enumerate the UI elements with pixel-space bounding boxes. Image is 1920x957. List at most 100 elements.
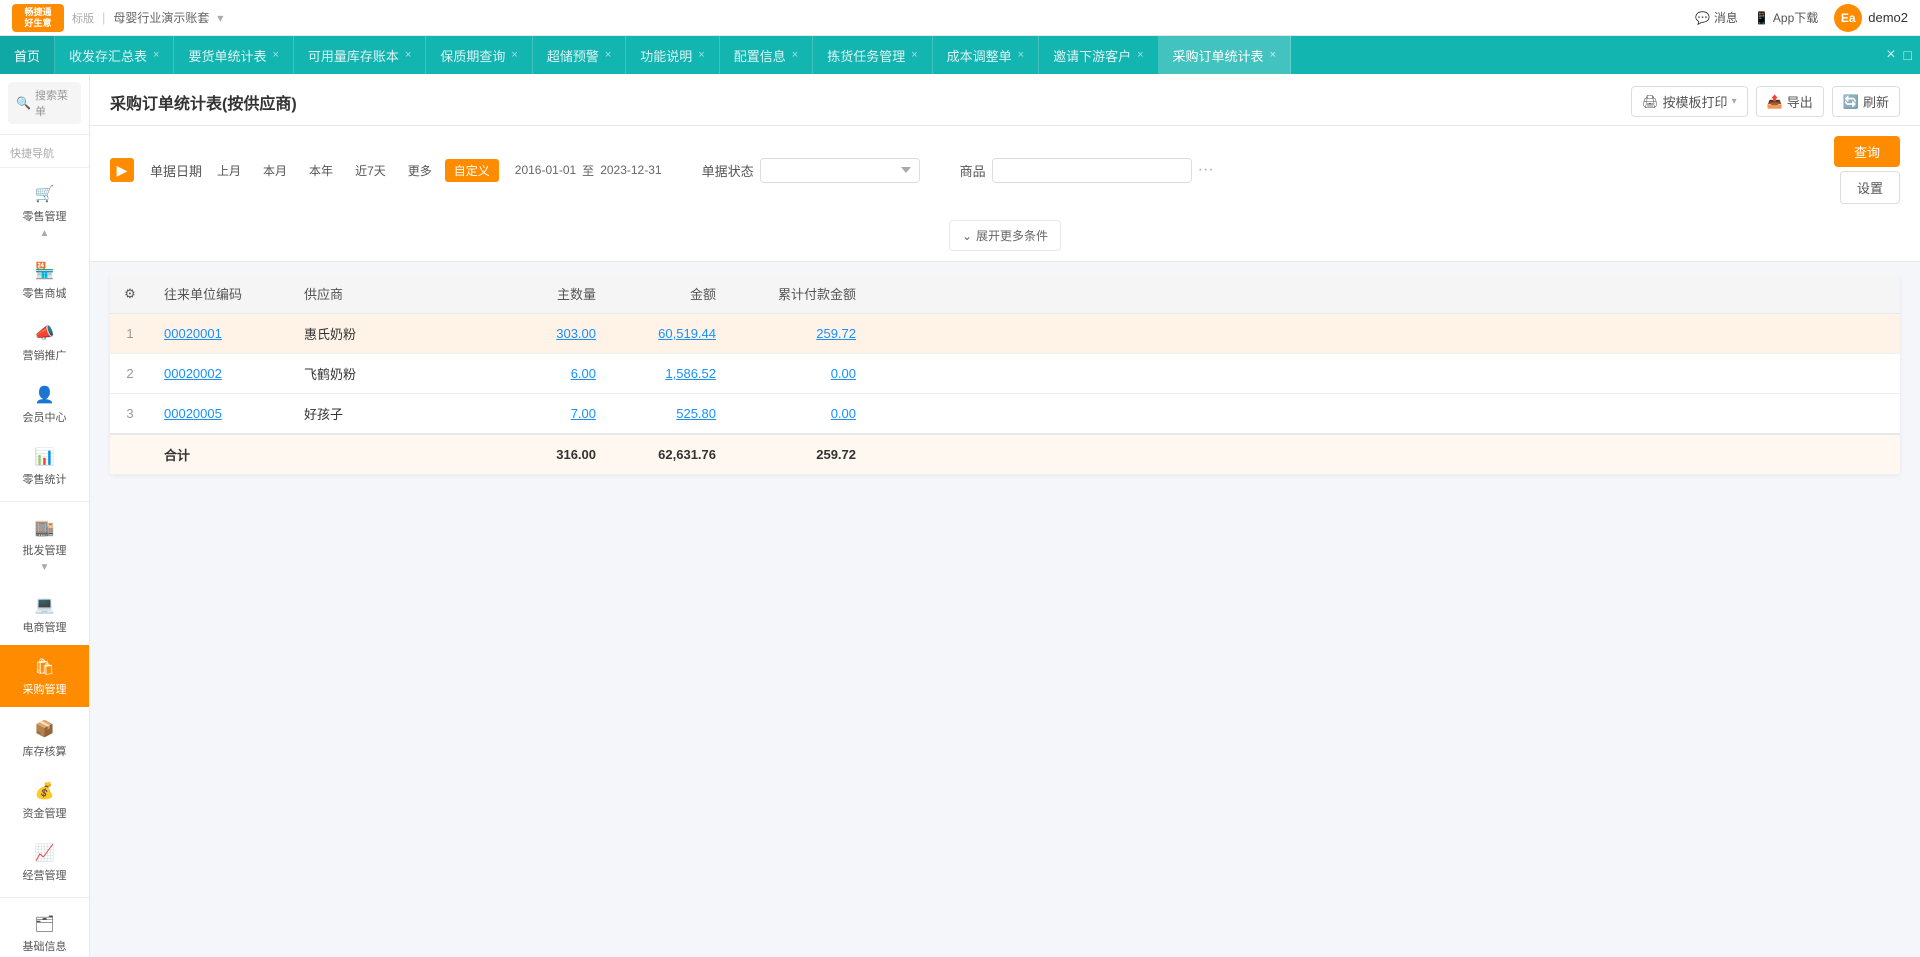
sidebar-item-retail-stat[interactable]: 📊 零售统计 bbox=[0, 435, 89, 497]
row-code[interactable]: 00020001 bbox=[150, 314, 290, 354]
tab-baozhouqi[interactable]: 保质期查询 × bbox=[426, 36, 532, 74]
table-header-row: ⚙ 往来单位编码 供应商 主数量 金额 累计付款金额 bbox=[110, 274, 1900, 314]
tab-close-icon[interactable]: × bbox=[1270, 49, 1276, 61]
print-icon: 🖨 bbox=[1642, 94, 1659, 110]
row-amount[interactable]: 60,519.44 bbox=[610, 314, 730, 354]
shortcut-this-month[interactable]: 本月 bbox=[254, 159, 296, 182]
settings-icon[interactable]: ⚙ bbox=[124, 286, 136, 301]
top-bar: 畅捷通好生意 标版 | 母婴行业演示账套 ▾ 💬 消息 📱 App下载 Ea d… bbox=[0, 0, 1920, 36]
expand-down-icon: ⌄ bbox=[962, 229, 972, 243]
shortcut-7days[interactable]: 近7天 bbox=[346, 159, 395, 182]
date-from: 2016-01-01 bbox=[515, 163, 576, 177]
stat-icon: 📊 bbox=[35, 447, 55, 467]
tab-close-icon[interactable]: × bbox=[1018, 49, 1024, 61]
filter-area: ▶ 单据日期 上月 本月 本年 近7天 更多 自定义 2016-01-01 bbox=[90, 126, 1920, 262]
row-supplier: 惠氏奶粉 bbox=[290, 314, 490, 354]
tab-close-icon[interactable]: × bbox=[605, 49, 611, 61]
tab-home[interactable]: 首页 bbox=[0, 36, 55, 74]
sidebar-search-area: 🔍 搜索菜单 bbox=[0, 74, 89, 130]
tab-close-icon[interactable]: × bbox=[911, 49, 917, 61]
tab-gongngshuoming[interactable]: 功能说明 × bbox=[626, 36, 719, 74]
nav-tabs-right: × □ bbox=[1878, 36, 1920, 74]
goods-more-icon[interactable]: ··· bbox=[1198, 161, 1214, 179]
expand-label: 展开更多条件 bbox=[976, 227, 1048, 244]
sidebar-label: 会员中心 bbox=[23, 409, 67, 425]
table-row: 2 00020002 飞鹤奶粉 6.00 1,586.52 0.00 bbox=[110, 354, 1900, 394]
refresh-label: 刷新 bbox=[1863, 92, 1889, 111]
sidebar-item-retail-management[interactable]: 🛒 零售管理 ▲ bbox=[0, 172, 89, 249]
tab-shoufahuizong[interactable]: 收发存汇总表 × bbox=[55, 36, 174, 74]
footer-label: 合计 bbox=[150, 434, 290, 475]
refresh-button[interactable]: 🔄 刷新 bbox=[1832, 86, 1900, 117]
col-header-empty bbox=[870, 274, 1900, 314]
print-button[interactable]: 🖨 按模板打印 ▾ bbox=[1631, 86, 1748, 117]
sidebar-item-retail-shop[interactable]: 🏪 零售商城 bbox=[0, 249, 89, 311]
tab-chengbentiaozhen[interactable]: 成本调整单 × bbox=[933, 36, 1039, 74]
content-area: 采购订单统计表(按供应商) 🖨 按模板打印 ▾ 📤 导出 🔄 刷新 bbox=[90, 74, 1920, 957]
tab-close-icon[interactable]: × bbox=[153, 49, 159, 61]
col-header-amount: 金额 bbox=[610, 274, 730, 314]
row-code[interactable]: 00020002 bbox=[150, 354, 290, 394]
tab-close-icon[interactable]: × bbox=[511, 49, 517, 61]
tab-yaohuodantongji[interactable]: 要货单统计表 × bbox=[174, 36, 293, 74]
tab-peizhixinxi[interactable]: 配置信息 × bbox=[720, 36, 813, 74]
sidebar-item-wholesale[interactable]: 🏬 批发管理 ▼ bbox=[0, 506, 89, 583]
tab-close-icon[interactable]: × bbox=[405, 49, 411, 61]
divider bbox=[0, 501, 89, 502]
message-button[interactable]: 💬 消息 bbox=[1695, 9, 1738, 26]
shortcut-custom[interactable]: 自定义 bbox=[445, 159, 499, 182]
row-amount[interactable]: 1,586.52 bbox=[610, 354, 730, 394]
export-button[interactable]: 📤 导出 bbox=[1756, 86, 1824, 117]
tab-close-icon[interactable]: × bbox=[792, 49, 798, 61]
tab-label: 可用量库存账本 bbox=[308, 46, 399, 65]
setting-button[interactable]: 设置 bbox=[1840, 171, 1900, 204]
purchase-icon: 🛍 bbox=[34, 657, 54, 677]
sidebar-item-operation[interactable]: 📈 经营管理 bbox=[0, 831, 89, 893]
row-code[interactable]: 00020005 bbox=[150, 394, 290, 435]
tab-close-icon[interactable]: × bbox=[698, 49, 704, 61]
row-qty[interactable]: 7.00 bbox=[490, 394, 610, 435]
page-title: 采购订单统计表(按供应商) bbox=[110, 90, 297, 114]
goods-input[interactable] bbox=[992, 158, 1192, 183]
export-label: 导出 bbox=[1787, 92, 1813, 111]
filter-collapse-button[interactable]: ▶ bbox=[110, 158, 134, 182]
shortcut-last-month[interactable]: 上月 bbox=[208, 159, 250, 182]
sidebar-label: 基础信息 bbox=[23, 938, 67, 954]
row-amount[interactable]: 525.80 bbox=[610, 394, 730, 435]
tab-close-icon[interactable]: × bbox=[1137, 49, 1143, 61]
tab-caigoudingdan[interactable]: 采购订单统计表 × bbox=[1159, 36, 1291, 74]
window-maximize-button[interactable]: □ bbox=[1904, 47, 1912, 63]
row-paid[interactable]: 0.00 bbox=[730, 394, 870, 435]
sidebar-item-purchase[interactable]: 🛍 采购管理 bbox=[0, 645, 89, 707]
goods-filter-label: 商品 bbox=[960, 161, 986, 180]
window-close-button[interactable]: × bbox=[1886, 46, 1895, 64]
tab-keyongliang[interactable]: 可用量库存账本 × bbox=[294, 36, 426, 74]
tab-chaochuyujing[interactable]: 超储预警 × bbox=[533, 36, 626, 74]
sidebar-label: 零售管理 bbox=[23, 208, 67, 224]
row-qty[interactable]: 6.00 bbox=[490, 354, 610, 394]
sidebar-label: 资金管理 bbox=[23, 805, 67, 821]
table-footer-row: 合计 316.00 62,631.76 259.72 bbox=[110, 434, 1900, 475]
status-select[interactable] bbox=[760, 158, 920, 183]
sidebar-item-ecommerce[interactable]: 💻 电商管理 bbox=[0, 583, 89, 645]
sidebar-item-capital[interactable]: 💰 资金管理 bbox=[0, 769, 89, 831]
main-layout: 🔍 搜索菜单 快捷导航 🛒 零售管理 ▲ 🏪 零售商城 📣 营销推广 👤 会员中… bbox=[0, 74, 1920, 957]
shortcut-this-year[interactable]: 本年 bbox=[300, 159, 342, 182]
shortcut-more[interactable]: 更多 bbox=[399, 159, 441, 182]
app-download-button[interactable]: 📱 App下载 bbox=[1754, 9, 1818, 26]
sidebar-item-inventory[interactable]: 📦 库存核算 bbox=[0, 707, 89, 769]
tab-paihuorenwu[interactable]: 拣货任务管理 × bbox=[813, 36, 932, 74]
row-paid[interactable]: 0.00 bbox=[730, 354, 870, 394]
expand-more-button[interactable]: ⌄ 展开更多条件 bbox=[949, 220, 1061, 251]
tab-close-icon[interactable]: × bbox=[272, 49, 278, 61]
filter-buttons: 查询 设置 bbox=[1834, 136, 1900, 204]
search-menu-button[interactable]: 🔍 搜索菜单 bbox=[8, 82, 81, 124]
sidebar-item-basic[interactable]: 🗂 基础信息 bbox=[0, 902, 89, 957]
sidebar-item-member[interactable]: 👤 会员中心 bbox=[0, 373, 89, 435]
query-button[interactable]: 查询 bbox=[1834, 136, 1900, 167]
tab-yaoqingxiayouke[interactable]: 邀请下游客户 × bbox=[1039, 36, 1158, 74]
row-paid[interactable]: 259.72 bbox=[730, 314, 870, 354]
date-range-display: 2016-01-01 至 2023-12-31 bbox=[515, 162, 662, 179]
row-qty[interactable]: 303.00 bbox=[490, 314, 610, 354]
sidebar-item-marketing[interactable]: 📣 营销推广 bbox=[0, 311, 89, 373]
